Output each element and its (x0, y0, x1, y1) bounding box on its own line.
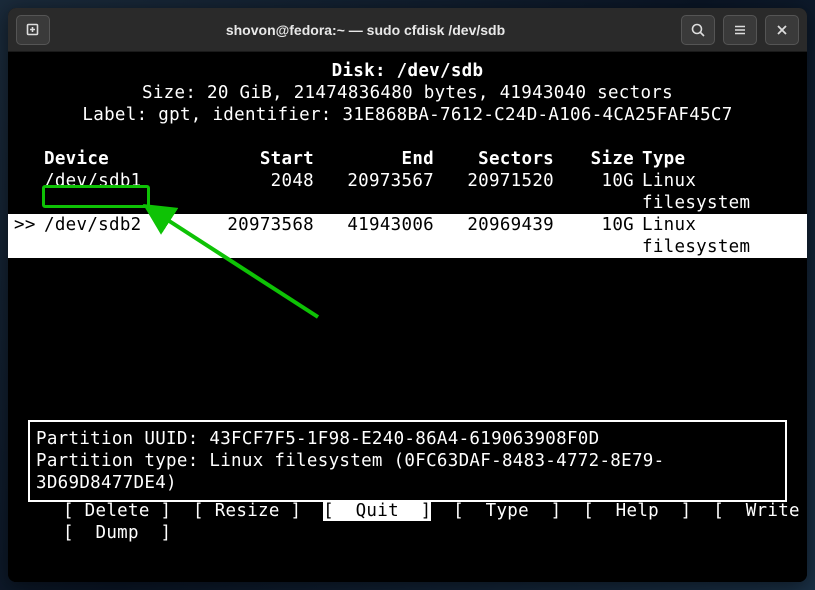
row-size: 10G (554, 214, 634, 258)
col-header-type: Type (634, 148, 801, 170)
row-start: 2048 (174, 170, 314, 214)
row-type: Linux filesystem (634, 170, 801, 214)
partition-uuid: Partition UUID: 43FCF7F5-1F98-E240-86A4-… (36, 428, 779, 450)
menu-dump[interactable]: [ Dump ] (63, 523, 171, 543)
row-device: /dev/sdb2 (44, 214, 174, 258)
search-button[interactable] (681, 15, 715, 45)
col-header-size: Size (554, 148, 634, 170)
disk-title: Disk: /dev/sdb (8, 60, 807, 82)
partition-row[interactable]: /dev/sdb1 2048 20973567 20971520 10G Lin… (8, 170, 807, 214)
row-sectors: 20971520 (434, 170, 554, 214)
action-menu: [ Delete ] [ Resize ] [ Quit ] [ Type ] … (63, 500, 807, 544)
terminal-window: shovon@fedora:~ — sudo cfdisk /dev/sdb (8, 8, 807, 582)
row-cursor (14, 170, 44, 214)
col-header-device: Device (44, 148, 174, 170)
col-header-end: End (314, 148, 434, 170)
row-end: 20973567 (314, 170, 434, 214)
row-end: 41943006 (314, 214, 434, 258)
menu-write[interactable]: [ Write ] (713, 501, 807, 521)
row-sectors: 20969439 (434, 214, 554, 258)
menu-resize[interactable]: [ Resize ] (193, 501, 301, 521)
partition-table-header: Device Start End Sectors Size Type (8, 148, 807, 170)
close-button[interactable] (765, 15, 799, 45)
row-type: Linux filesystem (634, 214, 801, 258)
row-start: 20973568 (174, 214, 314, 258)
col-header-start: Start (174, 148, 314, 170)
menu-delete[interactable]: [ Delete ] (63, 501, 171, 521)
disk-size-line: Size: 20 GiB, 21474836480 bytes, 4194304… (8, 82, 807, 104)
new-tab-button[interactable] (16, 15, 50, 45)
col-header-sectors: Sectors (434, 148, 554, 170)
partition-type: Partition type: Linux filesystem (0FC63D… (36, 450, 779, 494)
row-device: /dev/sdb1 (44, 170, 174, 214)
menu-type[interactable]: [ Type ] (453, 501, 561, 521)
menu-button[interactable] (723, 15, 757, 45)
partition-info-box: Partition UUID: 43FCF7F5-1F98-E240-86A4-… (28, 420, 787, 502)
titlebar: shovon@fedora:~ — sudo cfdisk /dev/sdb (8, 8, 807, 52)
terminal-content[interactable]: Disk: /dev/sdb Size: 20 GiB, 21474836480… (8, 52, 807, 582)
window-title: shovon@fedora:~ — sudo cfdisk /dev/sdb (226, 22, 505, 38)
row-cursor: >> (14, 214, 44, 258)
menu-help[interactable]: [ Help ] (583, 501, 691, 521)
disk-label-line: Label: gpt, identifier: 31E868BA-7612-C2… (8, 104, 807, 126)
row-size: 10G (554, 170, 634, 214)
partition-row-selected[interactable]: >> /dev/sdb2 20973568 41943006 20969439 … (8, 214, 807, 258)
menu-quit[interactable]: [ Quit ] (323, 501, 431, 521)
